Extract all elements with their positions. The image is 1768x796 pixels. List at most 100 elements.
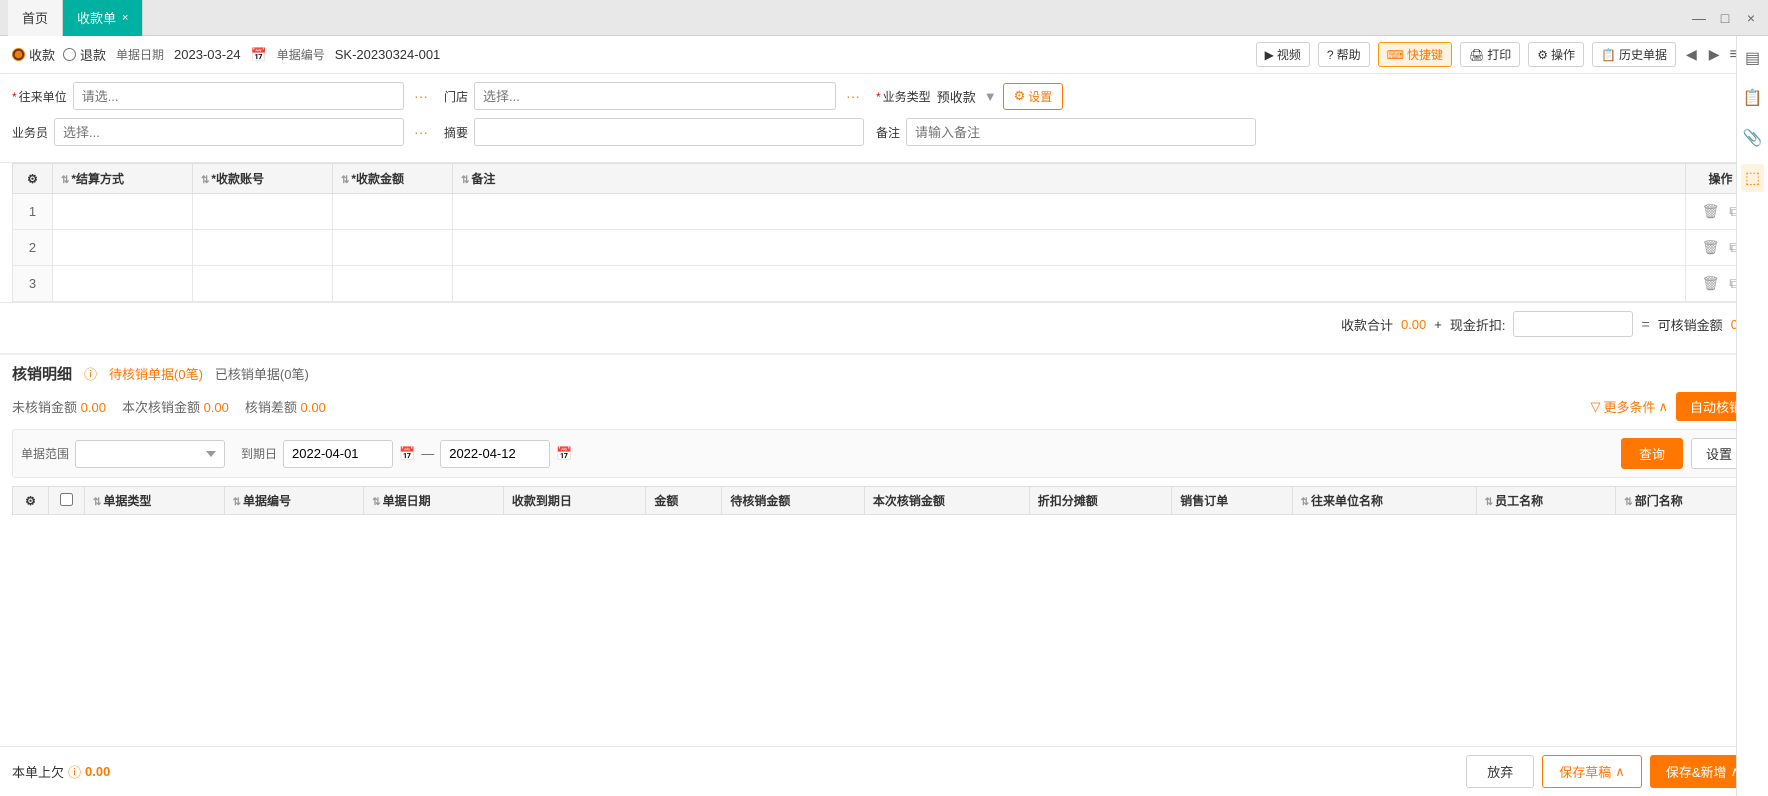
tab-bar: 首页 收款单 × — □ × xyxy=(0,0,1768,36)
row1-delete-icon[interactable]: 🗑 xyxy=(1702,203,1720,219)
row3-account[interactable] xyxy=(193,266,333,302)
close-window-button[interactable]: × xyxy=(1742,9,1760,27)
to-date-icon[interactable]: 📅 xyxy=(556,446,572,462)
discount-label: 现金折扣: xyxy=(1450,315,1506,334)
due-date-field: 到期日 📅 — 📅 xyxy=(241,440,572,468)
remark-input[interactable] xyxy=(906,118,1256,146)
form-row-2: 业务员 ··· 摘要 备注 xyxy=(12,118,1756,146)
operation-button[interactable]: ⚙ 操作 xyxy=(1528,42,1584,67)
detail-col-amount: 金额 xyxy=(646,487,722,515)
table-row: 1 🗑 ⧉ xyxy=(13,194,1756,230)
range-select[interactable] xyxy=(75,440,225,468)
customer-input[interactable] xyxy=(73,82,404,110)
row2-amount[interactable] xyxy=(333,230,453,266)
detail-col-order: 销售订单 xyxy=(1172,487,1292,515)
home-label: 首页 xyxy=(22,8,48,27)
shop-label: 门店 xyxy=(444,88,468,105)
biz-type-select: 预收款 ▼ xyxy=(937,87,997,106)
tab-receipt[interactable]: 收款单 × xyxy=(63,0,143,36)
query-button[interactable]: 查询 xyxy=(1621,438,1683,469)
plus-sign: + xyxy=(1434,317,1442,332)
row3-amount[interactable] xyxy=(333,266,453,302)
summary-input[interactable] xyxy=(474,118,864,146)
shop-input[interactable] xyxy=(474,82,836,110)
discount-input[interactable] xyxy=(1513,311,1633,337)
remark-label: 备注 xyxy=(876,124,900,141)
form-area: 往来单位 ··· 门店 ··· 业务类型 预收款 ▼ ⚙ 设置 xyxy=(0,74,1768,163)
row2-remark[interactable] xyxy=(453,230,1686,266)
staff-more-icon[interactable]: ··· xyxy=(410,124,432,140)
video-button[interactable]: ▶ 视频 xyxy=(1256,42,1310,67)
shortcut-button[interactable]: ⌨ 快捷键 xyxy=(1378,42,1452,67)
row2-settle[interactable] xyxy=(53,230,193,266)
main-container: 收款 退款 单据日期 2023-03-24 📅 单据编号 SK-20230324… xyxy=(0,36,1768,796)
pending-tab[interactable]: 待核销单据(0笔) xyxy=(109,364,203,383)
col-amount-label: *收款金额 xyxy=(351,172,404,186)
tab-close-icon[interactable]: × xyxy=(122,12,128,24)
row3-settle[interactable] xyxy=(53,266,193,302)
row3-delete-icon[interactable]: 🗑 xyxy=(1702,275,1720,291)
dropdown-icon[interactable]: ▼ xyxy=(984,89,997,104)
select-all-checkbox[interactable] xyxy=(60,493,73,506)
shop-more-icon[interactable]: ··· xyxy=(842,88,864,104)
staff-label: 业务员 xyxy=(12,124,48,141)
staff-field: 业务员 ··· xyxy=(12,118,432,146)
detail-table-wrap: ⚙ ⇅单据类型 ⇅单据编号 ⇅单据日期 xyxy=(12,486,1756,515)
from-date-icon[interactable]: 📅 xyxy=(399,446,415,462)
chevron-up-icon: ∧ xyxy=(1658,399,1668,415)
sidebar-doc-icon[interactable]: 📋 xyxy=(1739,84,1767,112)
this-order-value: 0.00 xyxy=(85,764,110,779)
verify-info-icon[interactable]: ⓘ xyxy=(84,364,97,383)
sidebar-attach-icon[interactable]: 📎 xyxy=(1739,124,1767,152)
more-conditions-button[interactable]: ▽ 更多条件 ∧ xyxy=(1590,397,1668,416)
row1-account[interactable] xyxy=(193,194,333,230)
refund-radio-label[interactable]: 退款 xyxy=(63,45,106,64)
col-header-remark: ⇅备注 xyxy=(453,164,1686,194)
discard-button[interactable]: 放弃 xyxy=(1466,755,1534,788)
print-button[interactable]: 🖨 打印 xyxy=(1460,42,1520,67)
tab-home[interactable]: 首页 xyxy=(8,0,63,36)
settings-gear-icon: ⚙ xyxy=(1014,88,1026,104)
receipt-radio-label[interactable]: 收款 xyxy=(12,45,55,64)
help-icon: ? xyxy=(1327,48,1334,62)
nav-next-button[interactable]: ▶ xyxy=(1707,44,1722,65)
col-header-settle: ⇅*结算方式 xyxy=(53,164,193,194)
date-range-dash: — xyxy=(421,446,434,461)
detail-col-this: 本次核销金额 xyxy=(864,487,1029,515)
detail-col-pending: 待核销金额 xyxy=(722,487,865,515)
staff-input[interactable] xyxy=(54,118,404,146)
sidebar-table-icon[interactable]: ▤ xyxy=(1741,44,1764,72)
receipt-radio[interactable] xyxy=(12,48,25,61)
row1-remark[interactable] xyxy=(453,194,1686,230)
table-gear-detail-icon[interactable]: ⚙ xyxy=(25,494,36,508)
history-button[interactable]: 📋 历史单据 xyxy=(1592,42,1676,67)
maximize-button[interactable]: □ xyxy=(1716,9,1734,27)
row2-account[interactable] xyxy=(193,230,333,266)
table-gear-header[interactable]: ⚙ xyxy=(13,164,53,194)
nav-prev-button[interactable]: ◀ xyxy=(1684,44,1699,65)
range-label: 单据范围 xyxy=(21,445,69,462)
table-row: 2 🗑 ⧉ xyxy=(13,230,1756,266)
sidebar-capture-icon[interactable]: ⬚ xyxy=(1741,164,1764,192)
row2-delete-icon[interactable]: 🗑 xyxy=(1702,239,1720,255)
done-tab[interactable]: 已核销单据(0笔) xyxy=(215,364,309,383)
row3-remark[interactable] xyxy=(453,266,1686,302)
to-date-input[interactable] xyxy=(440,440,550,468)
filter-icon: ▽ xyxy=(1590,399,1600,415)
from-date-input[interactable] xyxy=(283,440,393,468)
row1-amount[interactable] xyxy=(333,194,453,230)
minimize-button[interactable]: — xyxy=(1690,9,1708,27)
calendar-icon[interactable]: 📅 xyxy=(251,47,267,63)
help-button[interactable]: ? 帮助 xyxy=(1318,42,1370,67)
refund-radio[interactable] xyxy=(63,48,76,61)
date-value: 2023-03-24 xyxy=(174,47,241,62)
footer-buttons: 放弃 保存草稿 ∧ 保存&新增 ∧ xyxy=(1466,755,1756,788)
toolbar-right: ▶ 视频 ? 帮助 ⌨ 快捷键 🖨 打印 ⚙ 操作 📋 历史单据 xyxy=(1256,42,1756,67)
settings-button[interactable]: ⚙ 设置 xyxy=(1003,83,1064,110)
customer-more-icon[interactable]: ··· xyxy=(410,88,432,104)
save-draft-button[interactable]: 保存草稿 ∧ xyxy=(1542,755,1642,788)
detail-col-checkbox: ⚙ xyxy=(13,487,49,515)
due-date-label: 到期日 xyxy=(241,445,277,462)
row1-settle[interactable] xyxy=(53,194,193,230)
right-sidebar: ▤ 📋 📎 ⬚ xyxy=(1736,36,1768,796)
